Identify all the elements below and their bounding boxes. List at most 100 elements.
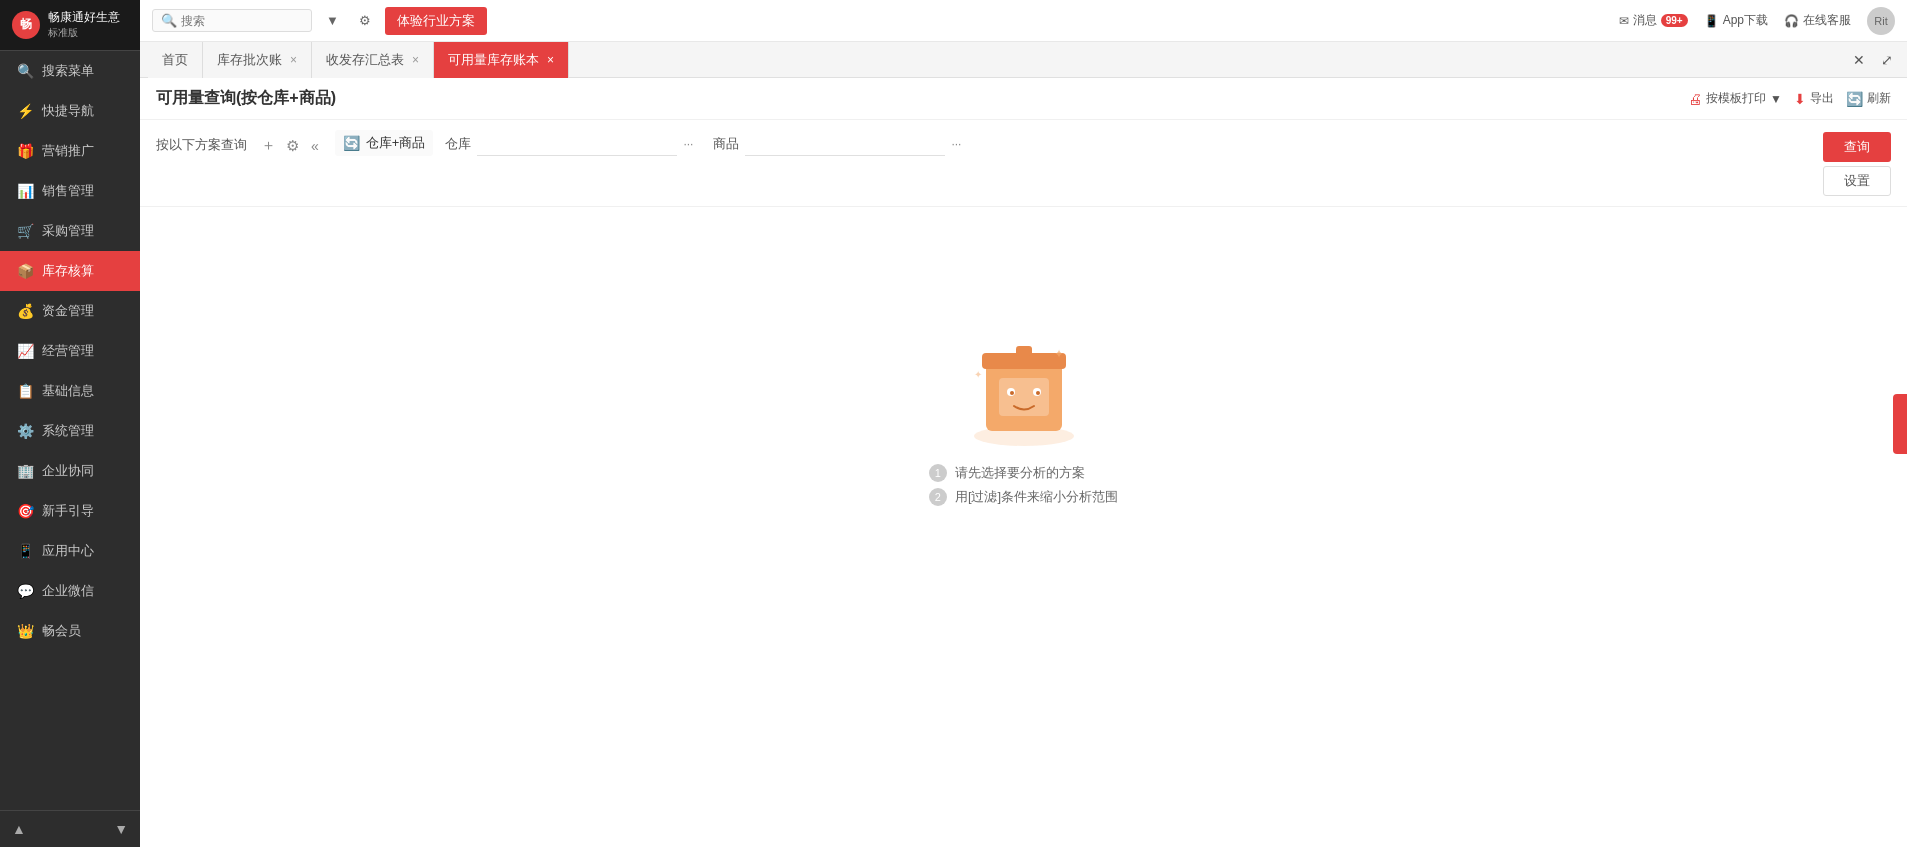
empty-tips: 1 请先选择要分析的方案 2 用[过滤]条件来缩小分析范围 [929,464,1118,506]
query-button[interactable]: 查询 [1823,132,1891,162]
refresh-label: 刷新 [1867,90,1891,107]
sidebar-item-label: 畅会员 [42,622,81,640]
tip-text-2: 用[过滤]条件来缩小分析范围 [955,488,1118,506]
export-button[interactable]: ⬇ 导出 [1794,90,1834,107]
filter-buttons: 查询 设置 [1823,130,1891,196]
settings-button[interactable]: 设置 [1823,166,1891,196]
empty-svg: ✦ ✦ [964,328,1084,448]
tab-recv-summary[interactable]: 收发存汇总表 × [312,42,434,78]
sidebar-item-quick[interactable]: ⚡ 快捷导航 [0,91,140,131]
sidebar-logo: 畅 [12,11,40,39]
sidebar-item-wechat[interactable]: 💬 企业微信 [0,571,140,611]
sidebar-item-sales[interactable]: 📊 销售管理 [0,171,140,211]
svg-text:✦: ✦ [1054,347,1064,361]
print-template-button[interactable]: 🖨 按模板打印 ▼ [1688,90,1782,107]
global-search[interactable]: 🔍 [152,9,312,32]
edit-scheme-button[interactable]: ⚙ [284,135,301,157]
svg-text:✦: ✦ [974,369,982,380]
print-dropdown-icon: ▼ [1770,92,1782,106]
sidebar-header: 畅 畅康通好生意 标准版 [0,0,140,51]
filter-actions: ＋ ⚙ « [259,130,323,157]
tab-expand-button[interactable]: ⤢ [1875,48,1899,72]
page-content: 可用量查询(按仓库+商品) 🖨 按模板打印 ▼ ⬇ 导出 🔄 刷新 按以下方 [140,78,1907,847]
crown-icon: 👑 [16,623,34,639]
refresh-button[interactable]: 🔄 刷新 [1846,90,1891,107]
sidebar-item-enterprise[interactable]: 🏢 企业协同 [0,451,140,491]
settings-icon-btn[interactable]: ⚙ [353,9,377,32]
industry-solution-button[interactable]: 体验行业方案 [385,7,487,35]
sidebar-item-system[interactable]: ⚙️ 系统管理 [0,411,140,451]
right-edge-handle[interactable] [1893,394,1907,454]
goods-more-btn[interactable]: ··· [951,137,961,151]
tab-home[interactable]: 首页 [148,42,203,78]
collapse-filter-button[interactable]: « [307,136,323,156]
tab-close-batch-account[interactable]: × [286,54,297,66]
page-title-bar: 可用量查询(按仓库+商品) 🖨 按模板打印 ▼ ⬇ 导出 🔄 刷新 [140,78,1907,120]
warehouse-field: 仓库 ··· [445,132,693,156]
user-avatar-btn[interactable]: Rit [1867,7,1895,35]
message-badge: 99+ [1661,14,1688,27]
filter-scheme: 🔄 仓库+商品 [335,130,434,156]
sidebar-item-search[interactable]: 🔍 搜索菜单 [0,51,140,91]
goods-input[interactable] [745,132,945,156]
phone-icon: 📱 [1704,14,1719,28]
sidebar-badge: 标准版 [48,26,120,40]
scheme-icon: 🔄 [343,135,360,151]
app-download-btn[interactable]: 📱 App下载 [1704,12,1768,29]
add-scheme-button[interactable]: ＋ [259,134,278,157]
sidebar-item-label: 系统管理 [42,422,94,440]
tab-label: 可用量库存账本 [448,51,539,69]
search-input[interactable] [181,14,281,28]
header-right: ✉ 消息 99+ 📱 App下载 🎧 在线客服 Rit [1619,7,1895,35]
filter-label: 按以下方案查询 [156,130,247,154]
tab-close-recv-summary[interactable]: × [408,54,419,66]
app-icon: 📱 [16,543,34,559]
sidebar-item-label: 资金管理 [42,302,94,320]
scheme-warehouse-goods[interactable]: 🔄 仓库+商品 [335,130,434,156]
sidebar-item-label: 销售管理 [42,182,94,200]
tab-batch-account[interactable]: 库存批次账 × [203,42,312,78]
empty-tip-1: 1 请先选择要分析的方案 [929,464,1118,482]
sidebar-scroll-up[interactable]: ▲ [8,819,30,839]
sidebar-item-label: 快捷导航 [42,102,94,120]
sales-icon: 📊 [16,183,34,199]
tab-available-ledger[interactable]: 可用量库存账本 × [434,42,569,78]
sidebar-nav: 🔍 搜索菜单 ⚡ 快捷导航 🎁 营销推广 📊 销售管理 🛒 采购管理 📦 库存核… [0,51,140,810]
cart-icon: 🛒 [16,223,34,239]
sidebar-item-appstore[interactable]: 📱 应用中心 [0,531,140,571]
warehouse-input[interactable] [477,132,677,156]
warehouse-more-btn[interactable]: ··· [683,137,693,151]
goods-field: 商品 ··· [713,132,961,156]
tab-close-available-ledger[interactable]: × [543,54,554,66]
svg-rect-8 [1016,346,1032,356]
tab-label: 收发存汇总表 [326,51,404,69]
sidebar-item-marketing[interactable]: 🎁 营销推广 [0,131,140,171]
tab-close-all-button[interactable]: ✕ [1847,48,1871,72]
online-service-btn[interactable]: 🎧 在线客服 [1784,12,1851,29]
sidebar-item-newbie[interactable]: 🎯 新手引导 [0,491,140,531]
sidebar-item-label: 企业微信 [42,582,94,600]
sidebar-item-member[interactable]: 👑 畅会员 [0,611,140,651]
dropdown-btn[interactable]: ▼ [320,9,345,32]
message-icon: ✉ [1619,14,1629,28]
message-label: 消息 [1633,12,1657,29]
service-icon: 🎧 [1784,14,1799,28]
sidebar-item-purchase[interactable]: 🛒 采购管理 [0,211,140,251]
empty-illustration: ✦ ✦ [964,328,1084,448]
sidebar-item-basic[interactable]: 📋 基础信息 [0,371,140,411]
sidebar-item-label: 库存核算 [42,262,94,280]
operations-icon: 📈 [16,343,34,359]
tab-bar-right: ✕ ⤢ [1847,48,1899,72]
tip-text-1: 请先选择要分析的方案 [955,464,1085,482]
sidebar-item-inventory[interactable]: 📦 库存核算 [0,251,140,291]
sidebar-scroll-down[interactable]: ▼ [110,819,132,839]
gift-icon: 🎁 [16,143,34,159]
newbie-icon: 🎯 [16,503,34,519]
sidebar-item-finance[interactable]: 💰 资金管理 [0,291,140,331]
message-btn[interactable]: ✉ 消息 99+ [1619,12,1688,29]
top-header: 🔍 ▼ ⚙ 体验行业方案 ✉ 消息 99+ 📱 App下载 🎧 在线客服 Ri [140,0,1907,42]
export-icon: ⬇ [1794,91,1806,107]
sidebar-item-operations[interactable]: 📈 经营管理 [0,331,140,371]
sidebar-item-label: 应用中心 [42,542,94,560]
avatar-text: Rit [1874,15,1887,27]
